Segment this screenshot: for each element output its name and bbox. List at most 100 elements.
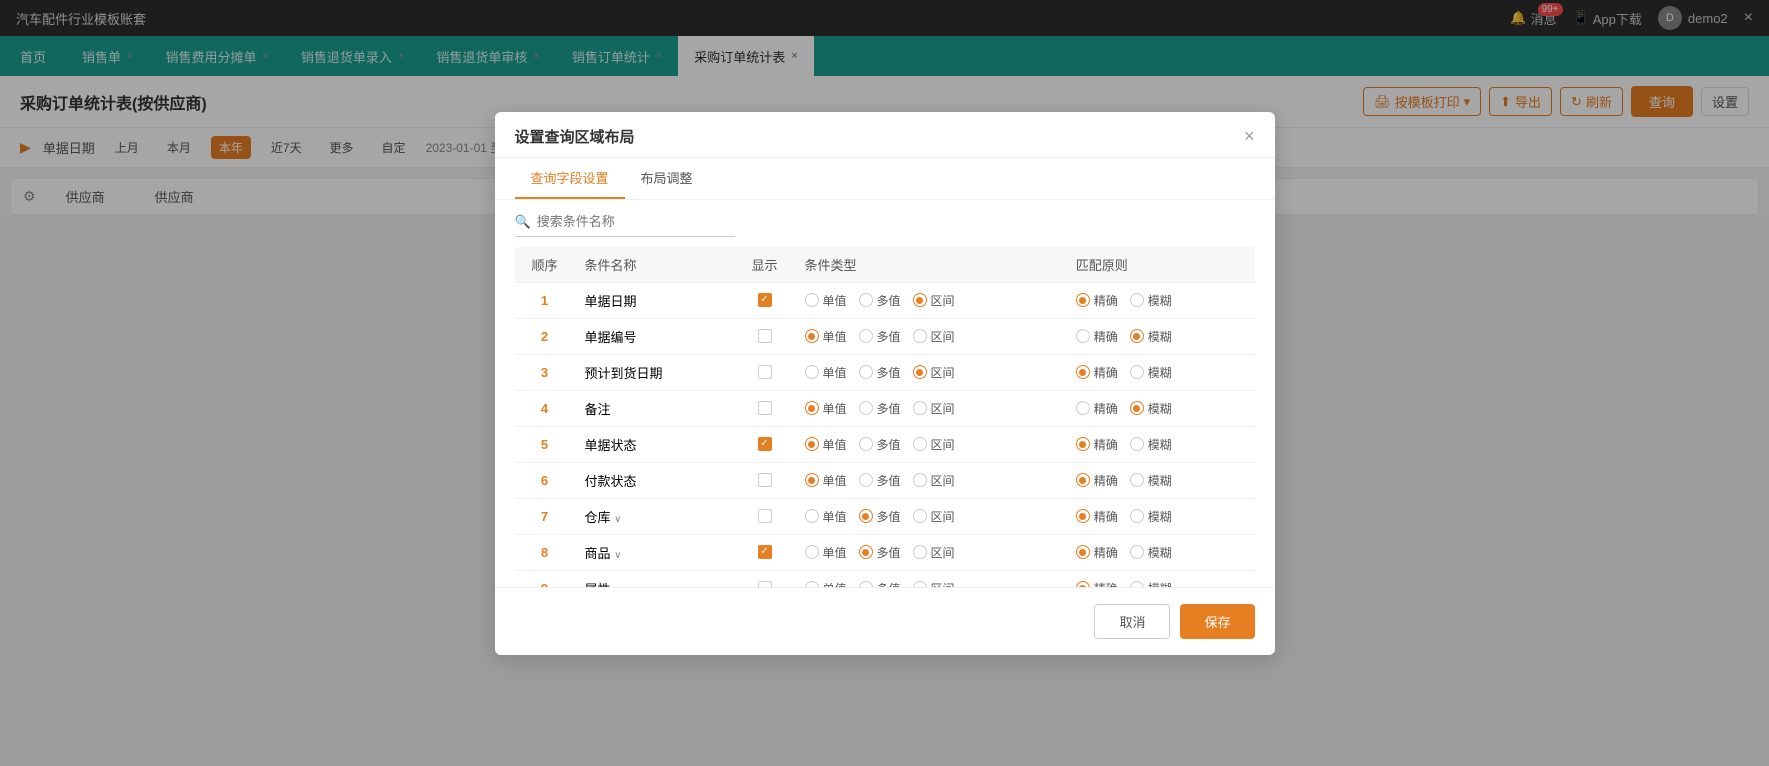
display-checkbox[interactable] [758,437,772,451]
radio-match-exact[interactable]: 精确 [1076,508,1118,525]
radio-match-exact[interactable]: 精确 [1076,328,1118,345]
dialog-tab-query-fields[interactable]: 查询字段设置 [515,158,625,199]
save-button[interactable]: 保存 [1180,604,1254,639]
display-checkbox[interactable] [758,365,772,379]
row-name: 预计到货日期 [575,354,735,390]
radio-match-fuzzy[interactable]: 模糊 [1130,544,1172,561]
radio-multi[interactable]: 多值 [859,472,901,489]
radio-multi[interactable]: 多值 [859,400,901,417]
row-condition-type: 单值多值区间 [795,498,1066,534]
radio-match-exact[interactable]: 精确 [1076,472,1118,489]
display-checkbox[interactable] [758,401,772,415]
radio-single[interactable]: 单值 [805,328,847,345]
row-order: 9 [515,570,575,587]
table-row: 9属性 ∨单值多值区间精确模糊 [515,570,1255,587]
radio-match-fuzzy[interactable]: 模糊 [1130,508,1172,525]
search-bar: 🔍 [515,214,735,237]
radio-match-fuzzy[interactable]: 模糊 [1130,400,1172,417]
dialog-overlay: 设置查询区域布局 × 查询字段设置 布局调整 🔍 顺序 条件名称 [0,0,1769,766]
table-scroll[interactable]: 顺序 条件名称 显示 条件类型 匹配原则 1单据日期单值多值区间精确模糊2单据编… [515,247,1255,587]
row-name: 仓库 ∨ [575,498,735,534]
radio-range[interactable]: 区间 [913,508,955,525]
radio-range[interactable]: 区间 [913,580,955,587]
row-match-rule: 精确模糊 [1066,534,1255,570]
radio-range[interactable]: 区间 [913,400,955,417]
row-condition-type: 单值多值区间 [795,282,1066,318]
table-row: 1单据日期单值多值区间精确模糊 [515,282,1255,318]
row-order: 7 [515,498,575,534]
row-match-rule: 精确模糊 [1066,426,1255,462]
radio-match-exact[interactable]: 精确 [1076,292,1118,309]
row-condition-type: 单值 多值 区间 [795,570,1066,587]
radio-match-fuzzy[interactable]: 模糊 [1130,472,1172,489]
radio-match-fuzzy[interactable]: 模糊 [1130,436,1172,453]
radio-range[interactable]: 区间 [913,364,955,381]
dialog-header: 设置查询区域布局 × [495,112,1275,158]
radio-single[interactable]: 单值 [805,436,847,453]
row-name: 单据编号 [575,318,735,354]
table-row: 4备注单值多值区间精确模糊 [515,390,1255,426]
row-match-rule: 精确模糊 [1066,282,1255,318]
row-order: 2 [515,318,575,354]
radio-range[interactable]: 区间 [913,328,955,345]
radio-match-exact[interactable]: 精确 [1076,364,1118,381]
radio-match-exact[interactable]: 精确 [1076,544,1118,561]
row-match-rule: 精确模糊 [1066,390,1255,426]
row-display-cell [735,354,795,390]
row-name: 备注 [575,390,735,426]
radio-range[interactable]: 区间 [913,472,955,489]
radio-single[interactable]: 单值 [805,400,847,417]
radio-single[interactable]: 单值 [805,364,847,381]
row-display-cell [735,462,795,498]
row-display-cell [735,282,795,318]
radio-multi[interactable]: 多值 [859,436,901,453]
radio-multi[interactable]: 多值 [859,580,901,587]
radio-multi[interactable]: 多值 [859,508,901,525]
search-input[interactable] [537,214,717,229]
row-name: 单据日期 [575,282,735,318]
th-condition-type: 条件类型 [795,247,1066,283]
radio-single[interactable]: 单值 [805,508,847,525]
radio-match-exact[interactable]: 精确 [1076,436,1118,453]
cancel-button[interactable]: 取消 [1094,604,1170,639]
row-display-cell [735,426,795,462]
radio-multi[interactable]: 多值 [859,544,901,561]
row-condition-type: 单值多值区间 [795,390,1066,426]
radio-multi[interactable]: 多值 [859,328,901,345]
display-checkbox[interactable] [758,545,772,559]
radio-range[interactable]: 区间 [913,292,955,309]
table-row: 2单据编号 单值多值区间 精确模糊 [515,318,1255,354]
radio-range[interactable]: 区间 [913,436,955,453]
dialog-tab-layout[interactable]: 布局调整 [625,158,709,199]
th-order: 顺序 [515,247,575,283]
conditions-table: 顺序 条件名称 显示 条件类型 匹配原则 1单据日期单值多值区间精确模糊2单据编… [515,247,1255,587]
display-checkbox[interactable] [758,293,772,307]
radio-single[interactable]: 单值 [805,580,847,587]
row-match-rule: 精确模糊 [1066,354,1255,390]
radio-match-exact[interactable]: 精确 [1076,580,1118,587]
radio-multi[interactable]: 多值 [859,364,901,381]
display-checkbox[interactable] [758,473,772,487]
radio-range[interactable]: 区间 [913,544,955,561]
radio-multi[interactable]: 多值 [859,292,901,309]
radio-match-fuzzy[interactable]: 模糊 [1130,580,1172,587]
display-checkbox[interactable] [758,509,772,523]
search-icon: 🔍 [515,214,531,230]
row-display-cell [735,498,795,534]
row-name: 单据状态 [575,426,735,462]
radio-match-fuzzy[interactable]: 模糊 [1130,364,1172,381]
radio-single[interactable]: 单值 [805,472,847,489]
radio-match-fuzzy[interactable]: 模糊 [1130,292,1172,309]
radio-match-fuzzy[interactable]: 模糊 [1130,328,1172,345]
radio-single[interactable]: 单值 [805,292,847,309]
dialog-close-btn[interactable]: × [1244,127,1255,145]
radio-single[interactable]: 单值 [805,544,847,561]
row-condition-type: 单值多值区间 [795,462,1066,498]
row-condition-type: 单值多值区间 [795,426,1066,462]
dialog-body: 🔍 顺序 条件名称 显示 条件类型 匹配原则 [495,200,1275,587]
radio-match-exact[interactable]: 精确 [1076,400,1118,417]
th-display: 显示 [735,247,795,283]
display-checkbox[interactable] [758,329,772,343]
table-row: 5单据状态单值多值区间精确模糊 [515,426,1255,462]
settings-dialog: 设置查询区域布局 × 查询字段设置 布局调整 🔍 顺序 条件名称 [495,112,1275,655]
